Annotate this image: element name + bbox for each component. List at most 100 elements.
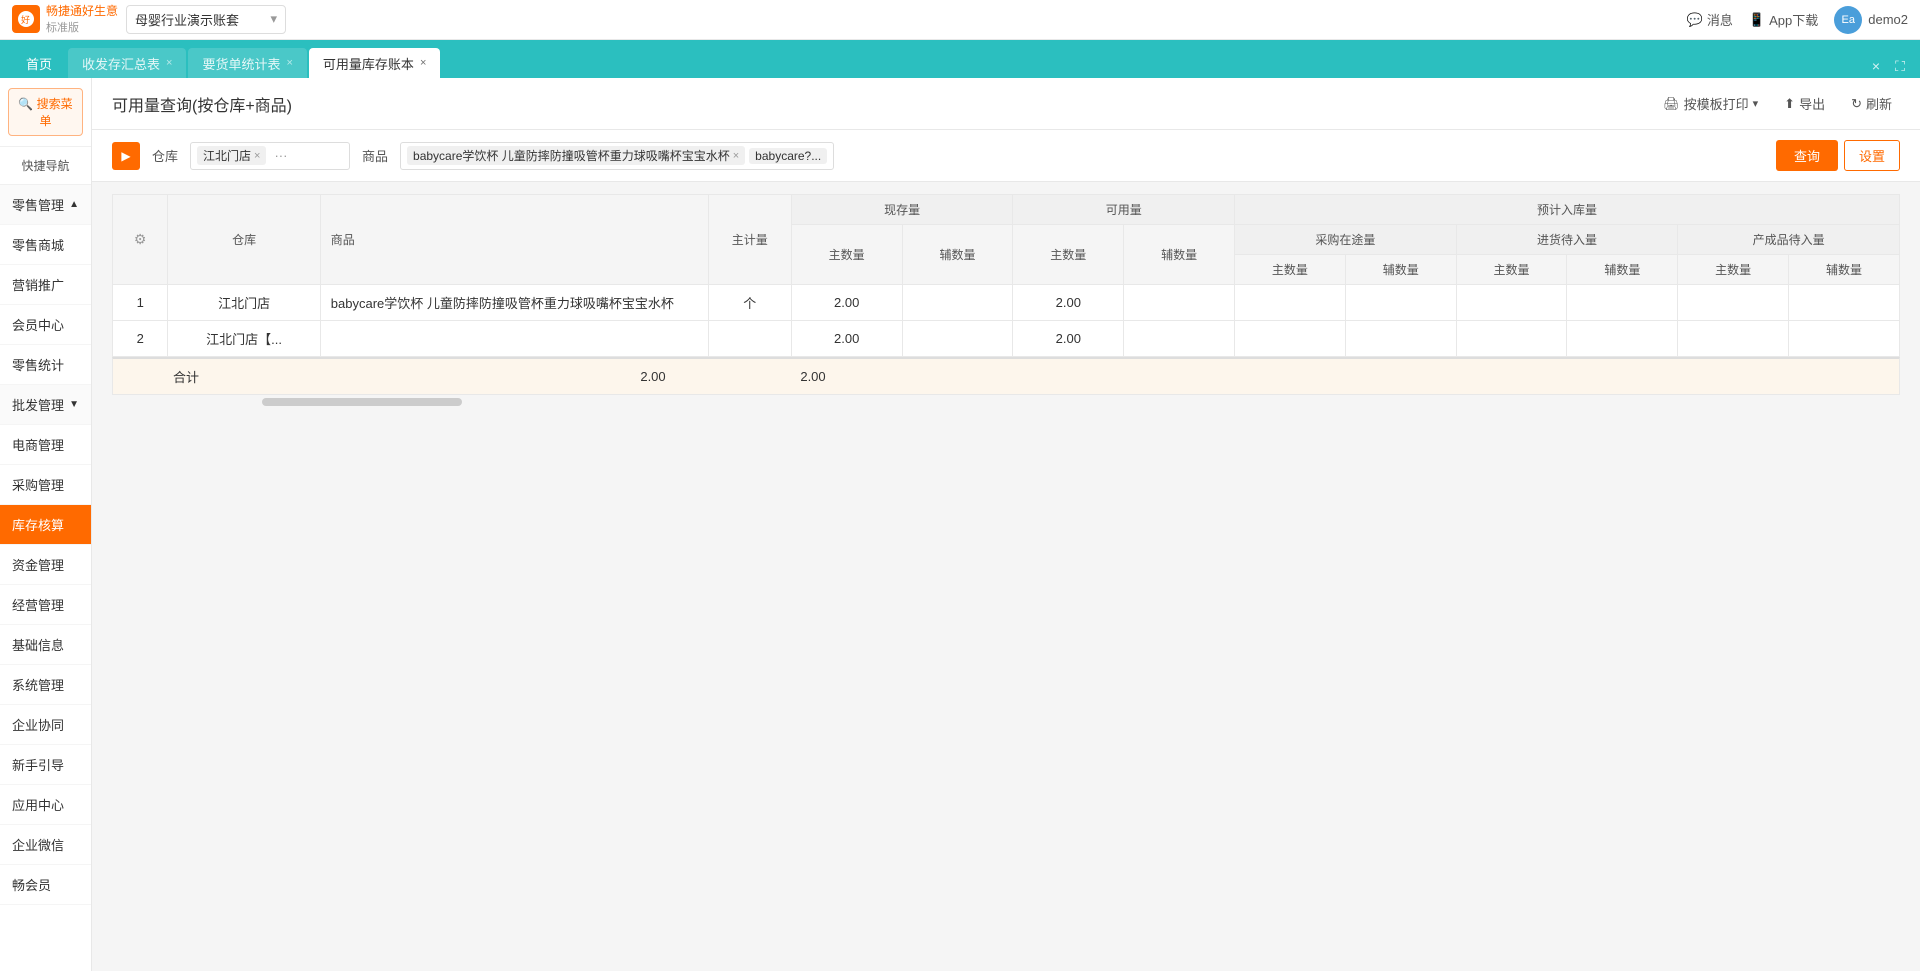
- filter-toggle-btn[interactable]: ▶: [112, 142, 140, 170]
- sidebar-item-basic-info[interactable]: 基础信息: [0, 625, 91, 665]
- sidebar-item-label-ecommerce-mgmt: 电商管理: [12, 435, 64, 454]
- sidebar-item-retail-mgmt[interactable]: 零售管理 ▲: [0, 185, 91, 225]
- sidebar-item-system-mgmt[interactable]: 系统管理: [0, 665, 91, 705]
- product-filter-input[interactable]: babycare学饮杯 儿童防摔防撞吸管杯重力球吸嘴杯宝宝水杯 × babyca…: [400, 142, 834, 170]
- table-row[interactable]: 1 江北门店 babycare学饮杯 儿童防摔防撞吸管杯重力球吸嘴杯宝宝水杯 个…: [113, 285, 1900, 321]
- logo-sub: 标准版: [46, 19, 118, 35]
- sidebar-item-label-purchase-mgmt: 采购管理: [12, 475, 64, 494]
- cell-available-aux: [1124, 285, 1235, 321]
- horizontal-scrollbar[interactable]: [112, 395, 1900, 409]
- sidebar-item-marketing[interactable]: 营销推广: [0, 265, 91, 305]
- maximize-window-btn[interactable]: ⛶: [1892, 58, 1908, 74]
- table-footer: 合计 2.00 2.00: [112, 357, 1900, 395]
- footer-stock-main-total: 2.00: [613, 369, 693, 384]
- cell-warehouse: 江北门店: [168, 285, 320, 321]
- th-main-unit: 主计量: [708, 195, 791, 285]
- close-window-btn[interactable]: ×: [1868, 58, 1884, 74]
- sidebar-item-finance-mgmt[interactable]: 资金管理: [0, 545, 91, 585]
- export-action[interactable]: ⬆ 导出: [1776, 90, 1833, 117]
- search-menu-button[interactable]: 🔍 搜索菜单: [8, 88, 83, 136]
- tenant-selector[interactable]: 母婴行业演示账套 ▾: [126, 5, 286, 34]
- product-tag-1: babycare?...: [749, 148, 827, 164]
- cell-stock-aux: [902, 285, 1013, 321]
- tab-order-stats-close[interactable]: ×: [286, 57, 292, 69]
- warehouse-filter-more[interactable]: ···: [270, 148, 291, 163]
- warehouse-tag-text: 江北门店: [203, 147, 251, 164]
- th-stock-main-label: 主数量: [829, 248, 865, 262]
- tab-order-stats-label: 要货单统计表: [202, 54, 280, 73]
- tab-available-stock[interactable]: 可用量库存账本 ×: [309, 48, 440, 78]
- cell-incoming-pending-aux: [1567, 285, 1678, 321]
- user-area[interactable]: Ea demo2: [1834, 6, 1908, 34]
- th-settings-gear: ⚙: [113, 195, 168, 285]
- export-icon: ⬆: [1784, 96, 1795, 112]
- tab-order-stats[interactable]: 要货单统计表 ×: [188, 48, 306, 78]
- sidebar-item-label-pro-member: 畅会员: [12, 875, 51, 894]
- sidebar-item-pro-member[interactable]: 畅会员: [0, 865, 91, 905]
- sidebar-item-ecommerce-mgmt[interactable]: 电商管理: [0, 425, 91, 465]
- sidebar-item-quick-nav[interactable]: 快捷导航: [0, 147, 91, 185]
- th-product: 商品: [320, 195, 708, 285]
- filter-actions: 查询 设置: [1776, 140, 1900, 171]
- tab-available-stock-close[interactable]: ×: [420, 57, 426, 69]
- product-tag-text-0: babycare学饮杯 儿童防摔防撞吸管杯重力球吸嘴杯宝宝水杯: [413, 147, 730, 164]
- page-title: 可用量查询(按仓库+商品): [112, 92, 292, 116]
- tab-home[interactable]: 首页: [12, 48, 66, 78]
- settings-button[interactable]: 设置: [1844, 140, 1900, 171]
- cell-production-pending-main: [1678, 321, 1789, 357]
- cell-purchase-transit-main: [1235, 321, 1346, 357]
- th-production-pending-main: 主数量: [1678, 255, 1789, 285]
- th-plan-in-group-label: 预计入库量: [1537, 203, 1597, 217]
- query-button[interactable]: 查询: [1776, 140, 1838, 171]
- cell-production-pending-aux: [1789, 321, 1900, 357]
- avatar-text: Ea: [1842, 14, 1855, 26]
- cell-stock-aux: [902, 321, 1013, 357]
- app-download-action[interactable]: 📱 App下载: [1749, 10, 1818, 29]
- scrollbar-thumb[interactable]: [262, 398, 462, 406]
- sidebar-item-label-new-guide: 新手引导: [12, 755, 64, 774]
- footer-label: 合计: [163, 367, 273, 386]
- data-table: ⚙ 仓库 商品 主计量 现存量: [112, 194, 1900, 357]
- filter-area: ▶ 仓库 江北门店 × ··· 商品 babycare学饮杯 儿童防摔防撞吸管杯…: [92, 130, 1920, 182]
- th-available-main-label: 主数量: [1050, 248, 1086, 262]
- gear-icon[interactable]: ⚙: [134, 231, 147, 247]
- sidebar-item-member-center[interactable]: 会员中心: [0, 305, 91, 345]
- refresh-action[interactable]: ↻ 刷新: [1843, 90, 1900, 117]
- sidebar-item-app-center[interactable]: 应用中心: [0, 785, 91, 825]
- product-tag-close-0[interactable]: ×: [733, 150, 739, 162]
- svg-text:好: 好: [21, 14, 30, 25]
- logo-text: 畅捷通好生意: [46, 4, 118, 18]
- cell-available-aux: [1124, 321, 1235, 357]
- tenant-dropdown-icon: ▾: [270, 11, 277, 27]
- cell-incoming-pending-aux: [1567, 321, 1678, 357]
- print-action[interactable]: 🖨 按模板打印 ▾: [1655, 90, 1766, 117]
- sidebar-item-new-guide[interactable]: 新手引导: [0, 745, 91, 785]
- warehouse-tag-close[interactable]: ×: [254, 150, 260, 162]
- message-action[interactable]: 💬 消息: [1687, 10, 1733, 29]
- cell-purchase-transit-main: [1235, 285, 1346, 321]
- sidebar-item-label-retail-mgmt: 零售管理: [12, 195, 64, 214]
- sidebar-item-label-inventory-check: 库存核算: [12, 515, 64, 534]
- sidebar-item-operations-mgmt[interactable]: 经营管理: [0, 585, 91, 625]
- sidebar-section: 零售管理 ▲ 零售商城 营销推广 会员中心 零售统计 批发管理 ▼ 电商管理: [0, 185, 91, 905]
- sidebar-item-label-basic-info: 基础信息: [12, 635, 64, 654]
- tab-receive-summary-close[interactable]: ×: [166, 57, 172, 69]
- sidebar-item-label-app-center: 应用中心: [12, 795, 64, 814]
- table-area: ⚙ 仓库 商品 主计量 现存量: [92, 182, 1920, 971]
- sidebar-item-enterprise-collab[interactable]: 企业协同: [0, 705, 91, 745]
- sidebar-item-retail-stats[interactable]: 零售统计: [0, 345, 91, 385]
- footer-available-main-total: 2.00: [773, 369, 853, 384]
- sidebar-item-purchase-mgmt[interactable]: 采购管理: [0, 465, 91, 505]
- tab-receive-summary[interactable]: 收发存汇总表 ×: [68, 48, 186, 78]
- th-stock-group-label: 现存量: [884, 203, 920, 217]
- sidebar-item-enterprise-wechat[interactable]: 企业微信: [0, 825, 91, 865]
- warehouse-filter-input[interactable]: 江北门店 × ···: [190, 142, 350, 170]
- table-row[interactable]: 2 江北门店【... 2.00 2.00: [113, 321, 1900, 357]
- sidebar-item-inventory-check[interactable]: 库存核算: [0, 505, 91, 545]
- sidebar-item-wholesale-mgmt[interactable]: 批发管理 ▼: [0, 385, 91, 425]
- sidebar-item-label-quick-nav: 快捷导航: [21, 159, 69, 173]
- th-production-pending-label: 产成品待入量: [1753, 233, 1825, 247]
- sidebar-item-retail-mall[interactable]: 零售商城: [0, 225, 91, 265]
- sidebar-item-label-wholesale-mgmt: 批发管理: [12, 395, 64, 414]
- cell-no: 1: [113, 285, 168, 321]
